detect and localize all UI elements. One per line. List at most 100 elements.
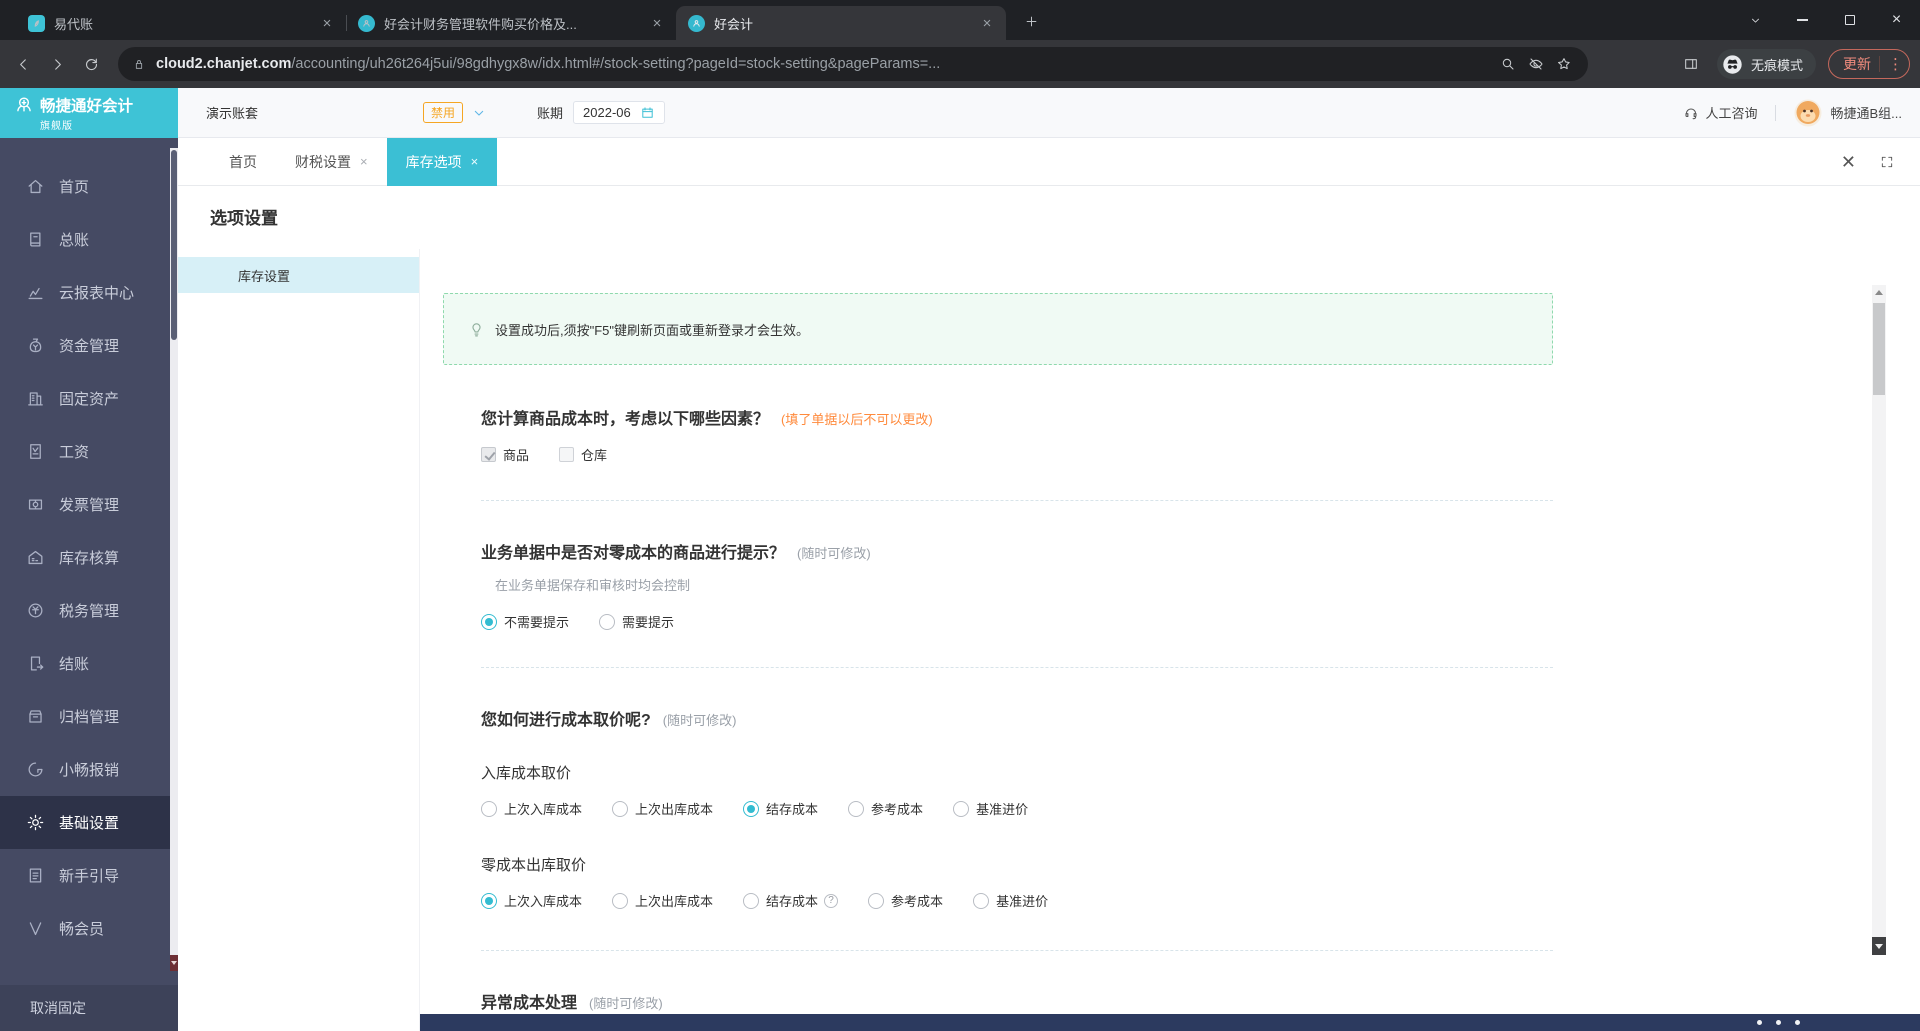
forward-button[interactable] [40, 47, 74, 81]
submenu-item-inventory-settings[interactable]: 库存设置 [178, 257, 419, 293]
sidebar-item-首页[interactable]: 首页 [0, 160, 178, 213]
support-link[interactable]: 人工咨询 [1705, 103, 1757, 122]
tab-close-icon[interactable]: × [318, 14, 336, 32]
option-label: 上次出库成本 [635, 802, 714, 817]
radio-上次出库成本[interactable]: 上次出库成本 [612, 891, 713, 910]
radio-icon[interactable] [599, 613, 616, 630]
radio-上次出库成本[interactable]: 上次出库成本 [612, 799, 713, 818]
radio-结存成本[interactable]: 结存成本 [743, 799, 818, 818]
scroll-up-icon[interactable] [1872, 285, 1886, 299]
sidebar-item-工资[interactable]: 工资 [0, 425, 178, 478]
sidebar-scrollbar-thumb[interactable] [171, 150, 177, 340]
question-zero-cost-prompt: 业务单据中是否对零成本的商品进行提示？ (随时可修改) 在业务单据保存和审核时均会… [481, 539, 1920, 631]
radio-icon[interactable] [868, 892, 885, 909]
app-logo[interactable]: 畅捷通好会计 旗舰版 [0, 87, 178, 138]
radio-icon[interactable] [481, 613, 497, 630]
header-divider [1775, 104, 1777, 121]
sidebar-item-结账[interactable]: 结账 [0, 637, 178, 690]
work-tab-close-icon[interactable]: × [471, 154, 479, 169]
app-header: 畅捷通好会计 旗舰版 演示账套 禁用 账期 2022-06 人工咨询 畅捷通B组… [0, 87, 1920, 138]
unpin-sidebar-button[interactable]: 取消固定 [0, 985, 178, 1031]
radio-不需要提示[interactable]: 不需要提示 [481, 612, 569, 631]
radio-结存成本[interactable]: 结存成本? [743, 891, 839, 910]
back-button[interactable] [6, 47, 40, 81]
sidebar-item-发票管理[interactable]: 发票管理 [0, 478, 178, 531]
browser-menu-icon[interactable]: ⋮ [1888, 55, 1903, 73]
incognito-icon [1723, 54, 1742, 74]
sidebar-item-新手引导[interactable]: 新手引导 [0, 849, 178, 902]
work-tab-label: 财税设置 [295, 153, 351, 170]
help-icon[interactable]: ? [824, 893, 839, 908]
sidebar-item-归档管理[interactable]: 归档管理 [0, 690, 178, 743]
zoom-search-icon[interactable] [1494, 50, 1522, 78]
sidebar-scrollbar[interactable] [170, 148, 178, 971]
radio-icon[interactable] [612, 892, 629, 909]
bookmark-star-icon[interactable] [1550, 50, 1578, 78]
tab-search-button[interactable] [1732, 0, 1779, 40]
radio-上次入库成本[interactable]: 上次入库成本 [481, 799, 582, 818]
minimize-icon [1797, 19, 1808, 21]
period-picker[interactable]: 2022-06 [573, 101, 665, 124]
browser-tab[interactable]: 易代账 × [16, 6, 347, 40]
question-note: (随时可修改) [589, 996, 663, 1011]
radio-上次入库成本[interactable]: 上次入库成本 [481, 891, 582, 910]
sidebar-item-库存核算[interactable]: 库存核算 [0, 531, 178, 584]
radio-icon[interactable] [848, 800, 865, 817]
reimburse-icon [26, 760, 45, 779]
maximize-button[interactable] [1826, 0, 1873, 40]
question-abnormal-cost: 异常成本处理 (随时可修改) [481, 989, 1920, 1013]
checkbox-icon[interactable] [481, 447, 496, 462]
close-window-button[interactable]: × [1873, 0, 1920, 40]
sidebar-item-资金管理[interactable]: 资金管理 [0, 319, 178, 372]
close-page-icon[interactable]: ✕ [1841, 152, 1856, 173]
avatar[interactable] [1794, 99, 1822, 127]
tracking-protection-eye-icon[interactable] [1522, 50, 1550, 78]
radio-icon[interactable] [481, 800, 497, 817]
user-menu[interactable]: 畅捷通B组... [1830, 103, 1902, 122]
sidebar-item-税务管理[interactable]: 税务管理 [0, 584, 178, 637]
radio-基准进价[interactable]: 基准进价 [973, 891, 1048, 910]
content-scrollbar-thumb[interactable] [1873, 303, 1885, 395]
tab-close-icon[interactable]: × [648, 14, 666, 32]
sidebar-scroll-down-icon[interactable] [170, 955, 178, 971]
sidebar-item-label: 总账 [59, 232, 90, 249]
sidebar-item-总账[interactable]: 总账 [0, 213, 178, 266]
sidebar-item-云报表中心[interactable]: 云报表中心 [0, 266, 178, 319]
tab-close-icon[interactable]: × [978, 14, 996, 32]
checkbox-商品[interactable]: 商品 [481, 445, 529, 464]
sidebar-item-固定资产[interactable]: 固定资产 [0, 372, 178, 425]
reload-button[interactable] [74, 47, 108, 81]
browser-tab[interactable]: 好会计 × [676, 6, 1006, 40]
content-scrollbar[interactable] [1872, 285, 1886, 955]
address-bar[interactable]: cloud2.chanjet.com/accounting/uh26t264j5… [118, 47, 1588, 81]
work-tab-库存选项[interactable]: 库存选项 × [386, 137, 498, 186]
new-tab-button[interactable] [1016, 6, 1046, 36]
option-label: 基准进价 [996, 894, 1049, 909]
radio-需要提示[interactable]: 需要提示 [599, 612, 674, 631]
minimize-button[interactable] [1779, 0, 1826, 40]
radio-参考成本[interactable]: 参考成本 [848, 799, 923, 818]
member-icon [26, 919, 45, 938]
account-dropdown-chevron-icon[interactable] [471, 105, 487, 121]
radio-icon[interactable] [612, 800, 629, 817]
work-tab-首页[interactable]: 首页 [210, 138, 276, 186]
radio-icon[interactable] [743, 892, 760, 909]
radio-icon[interactable] [743, 800, 760, 817]
browser-tab[interactable]: 好会计财务管理软件购买价格及... × [346, 6, 676, 40]
sidebar-item-畅会员[interactable]: 畅会员 [0, 902, 178, 955]
sidebar-item-小畅报销[interactable]: 小畅报销 [0, 743, 178, 796]
work-tab-财税设置[interactable]: 财税设置 × [276, 138, 387, 186]
browser-update-button[interactable]: 更新 ⋮ [1828, 49, 1910, 79]
sidebar-item-基础设置[interactable]: 基础设置 [0, 796, 178, 849]
radio-icon[interactable] [973, 892, 990, 909]
radio-icon[interactable] [481, 892, 497, 909]
radio-基准进价[interactable]: 基准进价 [953, 799, 1028, 818]
radio-icon[interactable] [953, 800, 970, 817]
checkbox-仓库[interactable]: 仓库 [559, 445, 607, 464]
side-panel-icon[interactable] [1677, 50, 1705, 78]
radio-参考成本[interactable]: 参考成本 [868, 891, 943, 910]
checkbox-icon[interactable] [559, 447, 575, 462]
fullscreen-icon[interactable] [1880, 155, 1894, 169]
scroll-down-icon[interactable] [1872, 937, 1886, 955]
work-tab-close-icon[interactable]: × [360, 154, 368, 169]
